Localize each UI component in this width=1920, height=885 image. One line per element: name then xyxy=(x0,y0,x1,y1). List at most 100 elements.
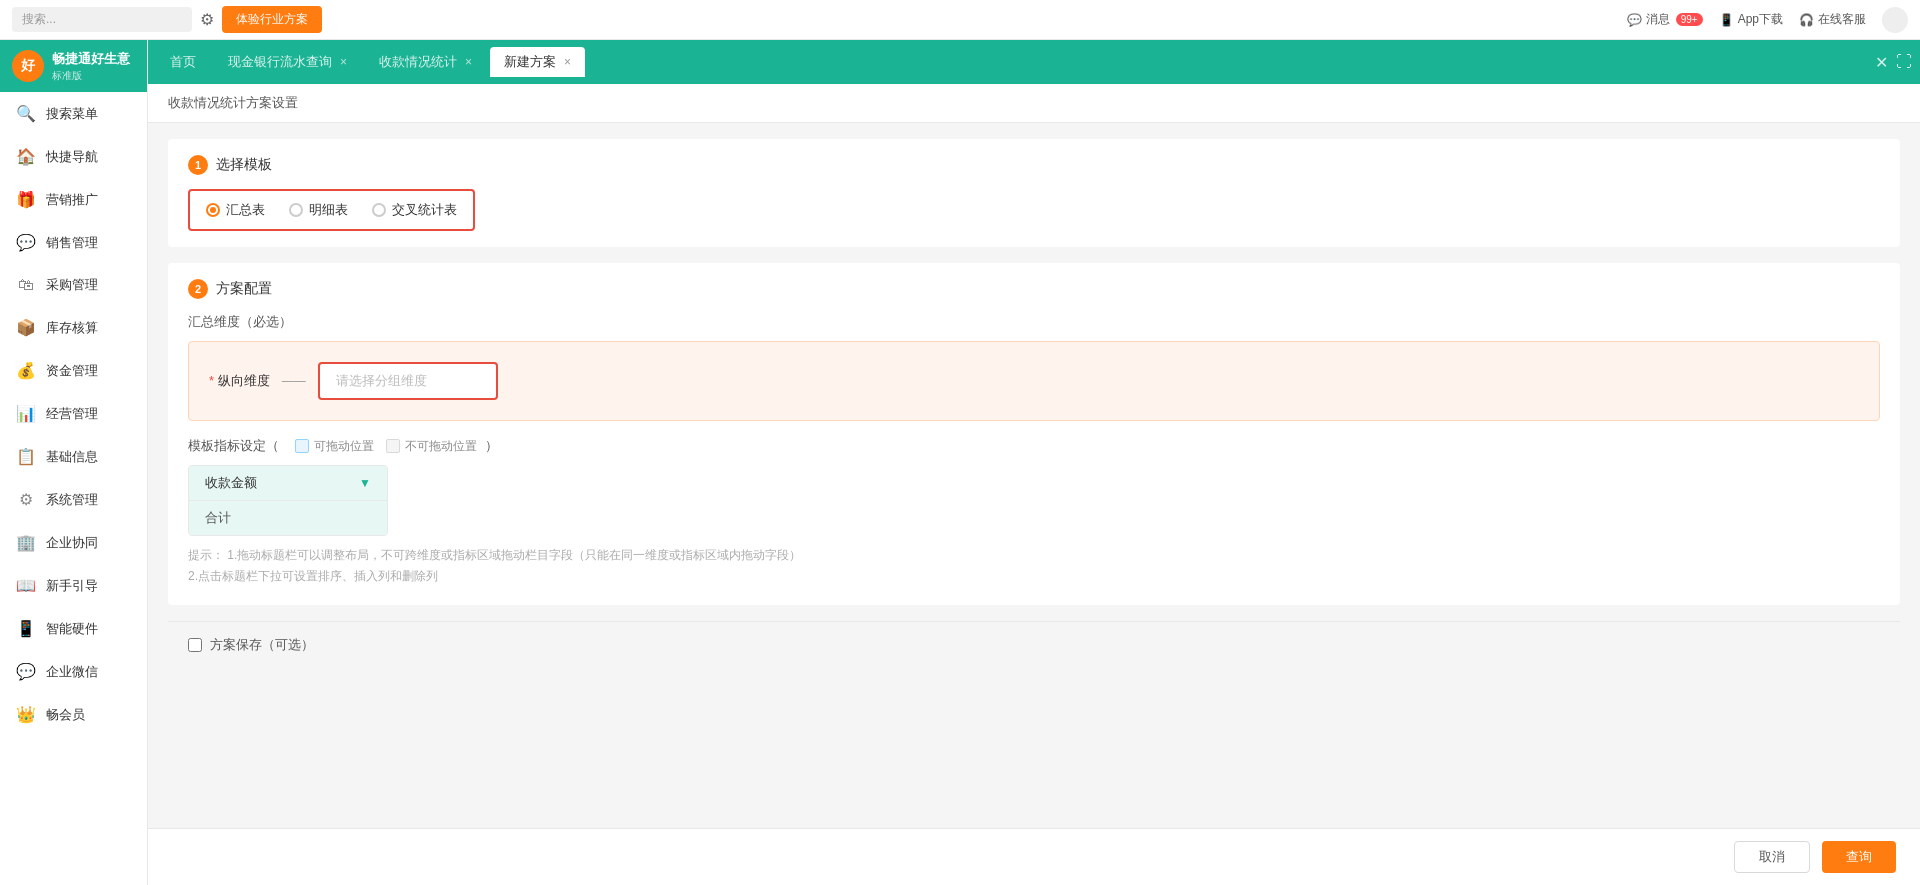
metrics-header-text: 收款金额 xyxy=(205,474,257,492)
sidebar-item-label: 采购管理 xyxy=(46,276,98,294)
metrics-table-row: 合计 xyxy=(189,501,387,535)
page-content: 收款情况统计方案设置 1 选择模板 汇总表 xyxy=(148,84,1920,885)
cancel-button[interactable]: 取消 xyxy=(1734,841,1810,873)
radio-dot-detail xyxy=(289,203,303,217)
sidebar-item-label: 系统管理 xyxy=(46,491,98,509)
section-template: 1 选择模板 汇总表 明细表 xyxy=(168,139,1900,247)
box-icon: 📦 xyxy=(16,318,36,337)
tab-bank-flow-close[interactable]: × xyxy=(340,55,347,69)
bag-icon: 🛍 xyxy=(16,276,36,294)
gift-icon: 🎁 xyxy=(16,190,36,209)
tab-receipt-stat[interactable]: 收款情况统计 × xyxy=(365,47,486,77)
required-star: * xyxy=(209,373,214,388)
query-button[interactable]: 查询 xyxy=(1822,841,1896,873)
sidebar-item-label: 经营管理 xyxy=(46,405,98,423)
section2-title: 方案配置 xyxy=(216,280,272,298)
online-service-item[interactable]: 🎧 在线客服 xyxy=(1799,11,1866,28)
online-service-label: 在线客服 xyxy=(1818,11,1866,28)
close-window-icon[interactable]: ✕ xyxy=(1875,53,1888,72)
sidebar-item-member[interactable]: 👑 畅会员 xyxy=(0,693,147,736)
radio-cross[interactable]: 交叉统计表 xyxy=(372,201,457,219)
sidebar-item-wechat[interactable]: 💬 企业微信 xyxy=(0,650,147,693)
tab-new-plan-close[interactable]: × xyxy=(564,55,571,69)
sidebar-item-label: 营销推广 xyxy=(46,191,98,209)
message-icon: 💬 xyxy=(1627,13,1642,27)
trial-button[interactable]: 体验行业方案 xyxy=(222,6,322,33)
top-bar: 搜索... ⚙ 体验行业方案 💬 消息 99+ 📱 App下载 🎧 在线客服 xyxy=(0,0,1920,40)
radio-summary-label: 汇总表 xyxy=(226,201,265,219)
tab-new-plan[interactable]: 新建方案 × xyxy=(490,47,585,77)
radio-detail[interactable]: 明细表 xyxy=(289,201,348,219)
content-area: 首页 现金银行流水查询 × 收款情况统计 × 新建方案 × ✕ ⛶ 收款情况统计… xyxy=(148,40,1920,885)
sidebar-item-marketing[interactable]: 🎁 营销推广 xyxy=(0,178,147,221)
radio-summary[interactable]: 汇总表 xyxy=(206,201,265,219)
tab-bank-flow-label: 现金银行流水查询 xyxy=(228,53,332,71)
fixed-label: 不可拖动位置 xyxy=(405,438,477,455)
sidebar-item-label: 新手引导 xyxy=(46,577,98,595)
sidebar-item-base-info[interactable]: 📋 基础信息 xyxy=(0,435,147,478)
sidebar-item-quick-nav[interactable]: 🏠 快捷导航 xyxy=(0,135,147,178)
app-download-icon: 📱 xyxy=(1719,13,1734,27)
sidebar-item-enterprise[interactable]: 🏢 企业协同 xyxy=(0,521,147,564)
sidebar-item-inventory[interactable]: 📦 库存核算 xyxy=(0,306,147,349)
clipboard-icon: 📋 xyxy=(16,447,36,466)
logo-text: 畅捷通好生意 xyxy=(52,50,130,68)
save-checkbox[interactable] xyxy=(188,638,202,652)
metrics-legend: 可拖动位置 不可拖动位置 xyxy=(295,438,477,455)
sidebar-item-operations[interactable]: 📊 经营管理 xyxy=(0,392,147,435)
sidebar-item-search-menu[interactable]: 🔍 搜索菜单 xyxy=(0,92,147,135)
tab-bar: 首页 现金银行流水查询 × 收款情况统计 × 新建方案 × ✕ ⛶ xyxy=(148,40,1920,84)
movable-dot xyxy=(295,439,309,453)
app-download-item[interactable]: 📱 App下载 xyxy=(1719,11,1783,28)
metrics-table-header[interactable]: 收款金额 ▼ xyxy=(189,466,387,501)
sidebar-item-sales[interactable]: 💬 销售管理 xyxy=(0,221,147,264)
phone-icon: 📱 xyxy=(16,619,36,638)
section1-number: 1 xyxy=(188,155,208,175)
message-badge: 99+ xyxy=(1676,13,1703,26)
page-footer: 方案保存（可选） xyxy=(168,621,1900,668)
tab-receipt-stat-close[interactable]: × xyxy=(465,55,472,69)
message-item[interactable]: 💬 消息 99+ xyxy=(1627,11,1703,28)
radio-dot-cross xyxy=(372,203,386,217)
tab-home[interactable]: 首页 xyxy=(156,47,210,77)
sidebar-item-system[interactable]: ⚙ 系统管理 xyxy=(0,478,147,521)
page-header: 收款情况统计方案设置 xyxy=(148,84,1920,123)
main-layout: 好 畅捷通好生意 标准版 🔍 搜索菜单 🏠 快捷导航 🎁 营销推广 💬 销售管理… xyxy=(0,40,1920,885)
tab-bank-flow[interactable]: 现金银行流水查询 × xyxy=(214,47,361,77)
search-box[interactable]: 搜索... xyxy=(12,7,192,32)
dimension-select[interactable]: 请选择分组维度 xyxy=(318,362,498,400)
sidebar-item-label: 基础信息 xyxy=(46,448,98,466)
vertical-dim-label: * 纵向维度 xyxy=(209,372,270,390)
legend-movable: 可拖动位置 xyxy=(295,438,374,455)
logo-text-area: 畅捷通好生意 标准版 xyxy=(52,50,130,83)
sidebar-item-purchase[interactable]: 🛍 采购管理 xyxy=(0,264,147,306)
sidebar-item-label: 快捷导航 xyxy=(46,148,98,166)
section1-header: 1 选择模板 xyxy=(188,155,1880,175)
sales-icon: 💬 xyxy=(16,233,36,252)
message-label: 消息 xyxy=(1646,11,1670,28)
sidebar-item-label: 库存核算 xyxy=(46,319,98,337)
legend-fixed: 不可拖动位置 xyxy=(386,438,477,455)
hint-2: 2.点击标题栏下拉可设置排序、插入列和删除列 xyxy=(188,568,1880,585)
sidebar-item-label: 畅会员 xyxy=(46,706,85,724)
guide-icon: 📖 xyxy=(16,576,36,595)
tab-home-label: 首页 xyxy=(170,53,196,71)
metrics-table: 收款金额 ▼ 合计 xyxy=(188,465,388,536)
enterprise-icon: 🏢 xyxy=(16,533,36,552)
dimension-area: * 纵向维度 —— 请选择分组维度 xyxy=(188,341,1880,421)
sidebar-item-smart-hw[interactable]: 📱 智能硬件 xyxy=(0,607,147,650)
dimension-row: * 纵向维度 —— 请选择分组维度 xyxy=(209,362,1859,400)
radio-detail-label: 明细表 xyxy=(309,201,348,219)
section1-title: 选择模板 xyxy=(216,156,272,174)
sidebar-item-guide[interactable]: 📖 新手引导 xyxy=(0,564,147,607)
hints-area: 提示： 1.拖动标题栏可以调整布局，不可跨维度或指标区域拖动栏目字段（只能在同一… xyxy=(188,547,1880,585)
dropdown-icon: ▼ xyxy=(359,476,371,490)
gear-icon[interactable]: ⚙ xyxy=(200,10,214,29)
system-icon: ⚙ xyxy=(16,490,36,509)
user-avatar[interactable] xyxy=(1882,7,1908,33)
sidebar-item-finance[interactable]: 💰 资金管理 xyxy=(0,349,147,392)
sidebar-item-label: 资金管理 xyxy=(46,362,98,380)
sidebar-item-label: 企业微信 xyxy=(46,663,98,681)
radio-cross-label: 交叉统计表 xyxy=(392,201,457,219)
expand-window-icon[interactable]: ⛶ xyxy=(1896,53,1912,71)
